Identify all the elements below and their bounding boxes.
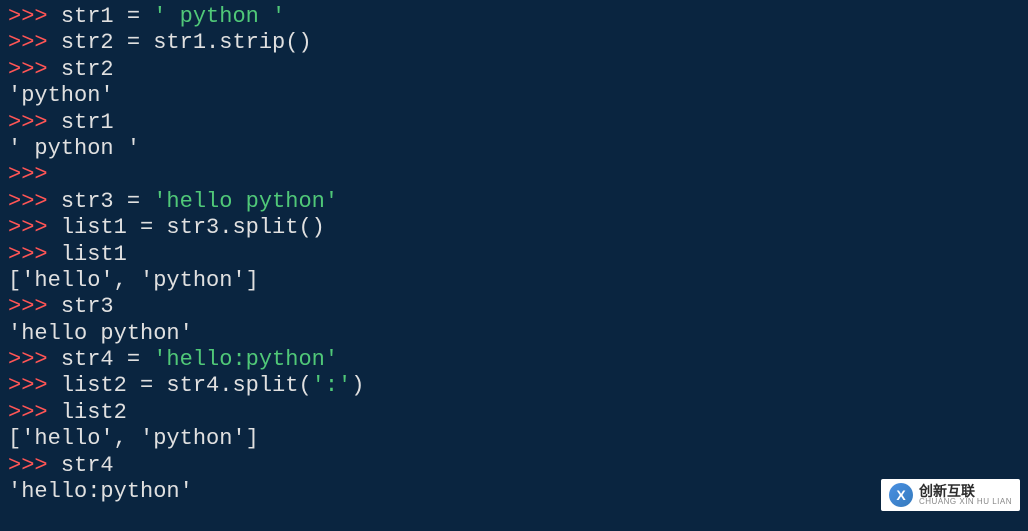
terminal-output: >>> str1 = ' python ' >>> str2 = str1.st… — [8, 4, 1020, 505]
terminal-output-line: ['hello', 'python'] — [8, 426, 1020, 452]
watermark-text: 创新互联 CHUANG XIN HU LIAN — [919, 484, 1012, 506]
code: str1 — [61, 110, 114, 135]
prompt: >>> — [8, 373, 61, 398]
prompt: >>> — [8, 189, 61, 214]
terminal-line: >>> — [8, 162, 1020, 188]
terminal-line: >>> str2 = str1.strip() — [8, 30, 1020, 56]
terminal-line: >>> list1 = str3.split() — [8, 215, 1020, 241]
code: ) — [351, 373, 364, 398]
terminal-line: >>> str1 — [8, 110, 1020, 136]
prompt: >>> — [8, 4, 61, 29]
watermark-logo-icon: X — [889, 483, 913, 507]
code: str2 — [61, 57, 114, 82]
prompt: >>> — [8, 30, 61, 55]
code: list2 — [61, 400, 127, 425]
terminal-line: >>> str1 = ' python ' — [8, 4, 1020, 30]
prompt: >>> — [8, 294, 61, 319]
watermark-main-text: 创新互联 — [919, 484, 1012, 498]
terminal-line: >>> str4 — [8, 453, 1020, 479]
code: list2 = str4.split( — [61, 373, 312, 398]
code: str2 = str1.strip() — [61, 30, 312, 55]
prompt: >>> — [8, 57, 61, 82]
prompt: >>> — [8, 453, 61, 478]
string-literal: 'hello:python' — [153, 347, 338, 372]
terminal-line: >>> list2 = str4.split(':') — [8, 373, 1020, 399]
string-literal: ' python ' — [153, 4, 285, 29]
string-literal: 'hello python' — [153, 189, 338, 214]
prompt: >>> — [8, 110, 61, 135]
watermark-sub-text: CHUANG XIN HU LIAN — [919, 498, 1012, 506]
code: str1 = — [61, 4, 153, 29]
code: list1 — [61, 242, 127, 267]
terminal-line: >>> list1 — [8, 242, 1020, 268]
prompt: >>> — [8, 215, 61, 240]
terminal-output-line: 'hello:python' — [8, 479, 1020, 505]
terminal-line: >>> str3 = 'hello python' — [8, 189, 1020, 215]
terminal-line: >>> list2 — [8, 400, 1020, 426]
terminal-output-line: ' python ' — [8, 136, 1020, 162]
terminal-output-line: ['hello', 'python'] — [8, 268, 1020, 294]
code: str4 — [61, 453, 114, 478]
prompt: >>> — [8, 347, 61, 372]
terminal-output-line: 'hello python' — [8, 321, 1020, 347]
code: str3 — [61, 294, 114, 319]
prompt: >>> — [8, 162, 61, 187]
terminal-output-line: 'python' — [8, 83, 1020, 109]
terminal-line: >>> str2 — [8, 57, 1020, 83]
prompt: >>> — [8, 400, 61, 425]
prompt: >>> — [8, 242, 61, 267]
code: list1 = str3.split() — [61, 215, 325, 240]
terminal-line: >>> str4 = 'hello:python' — [8, 347, 1020, 373]
code: str4 = — [61, 347, 153, 372]
watermark: X 创新互联 CHUANG XIN HU LIAN — [881, 479, 1020, 511]
terminal-line: >>> str3 — [8, 294, 1020, 320]
string-literal: ':' — [312, 373, 352, 398]
code: str3 = — [61, 189, 153, 214]
